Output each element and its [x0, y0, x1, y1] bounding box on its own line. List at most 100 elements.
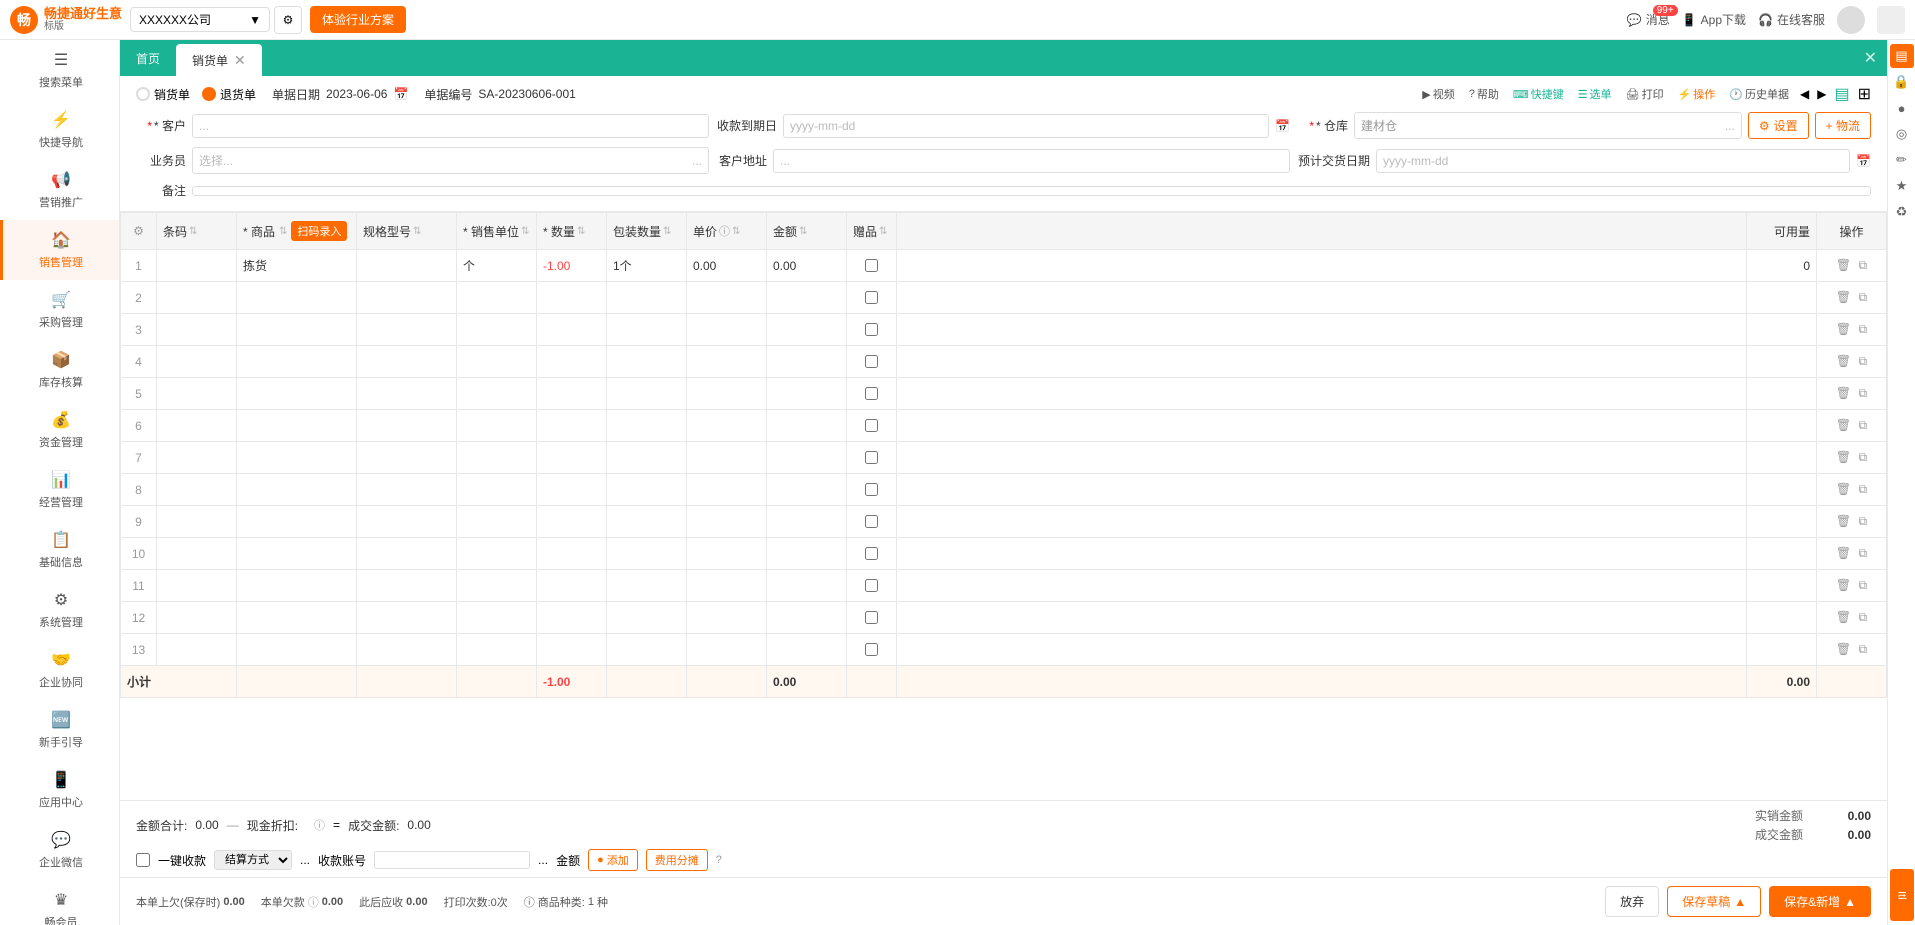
app-download-button[interactable]: 📱 App下载 [1682, 11, 1746, 28]
copy-icon-2[interactable]: ⧉ [1859, 322, 1868, 336]
cell-qty-7[interactable] [537, 474, 607, 506]
cell-unit-3[interactable] [457, 346, 537, 378]
product-type-icon[interactable]: ⓘ [524, 894, 535, 910]
cell-price-6[interactable] [687, 442, 767, 474]
cell-unit-11[interactable] [457, 602, 537, 634]
cell-desc-1[interactable] [897, 282, 1747, 314]
cell-spec-3[interactable] [357, 346, 457, 378]
cell-qty-12[interactable] [537, 634, 607, 666]
cell-unit-5[interactable] [457, 410, 537, 442]
cell-amount-7[interactable] [767, 474, 847, 506]
gift-checkbox-5[interactable] [865, 419, 878, 432]
cell-amount-4[interactable] [767, 378, 847, 410]
cell-desc-4[interactable] [897, 378, 1747, 410]
radio-return[interactable]: 退货单 [202, 86, 256, 103]
cell-spec-11[interactable] [357, 602, 457, 634]
copy-icon-12[interactable]: ⧉ [1859, 642, 1868, 656]
cell-pkgqty-1[interactable] [607, 282, 687, 314]
radio-sales[interactable]: 销货单 [136, 86, 190, 103]
customer-input[interactable] [192, 114, 709, 138]
cell-desc-6[interactable] [897, 442, 1747, 474]
cell-barcode-12[interactable] [157, 634, 237, 666]
cell-pkgqty-10[interactable] [607, 570, 687, 602]
cash-discount-info-icon[interactable]: ⓘ [314, 817, 325, 833]
copy-icon-6[interactable]: ⧉ [1859, 450, 1868, 464]
save-draft-button[interactable]: 保存草稿 ▲ [1667, 886, 1761, 917]
copy-icon-4[interactable]: ⧉ [1859, 386, 1868, 400]
date-calendar-icon[interactable]: 📅 [393, 87, 408, 101]
gift-checkbox-12[interactable] [865, 643, 878, 656]
cell-amount-0[interactable]: 0.00 [767, 250, 847, 282]
copy-icon-10[interactable]: ⧉ [1859, 578, 1868, 592]
save-new-button[interactable]: 保存&新增 ▲ [1769, 886, 1871, 917]
cell-desc-8[interactable] [897, 506, 1747, 538]
cell-product-0[interactable]: 拣货 [237, 250, 357, 282]
cell-gift-7[interactable] [847, 474, 897, 506]
cell-product-9[interactable] [237, 538, 357, 570]
cell-gift-1[interactable] [847, 282, 897, 314]
customer-address-input[interactable] [773, 149, 1290, 173]
cell-gift-0[interactable] [847, 250, 897, 282]
gift-checkbox-2[interactable] [865, 323, 878, 336]
cell-barcode-1[interactable] [157, 282, 237, 314]
cell-price-2[interactable] [687, 314, 767, 346]
cell-unit-10[interactable] [457, 570, 537, 602]
cell-product-5[interactable] [237, 410, 357, 442]
notifications-button[interactable]: 💬 消息 99+ [1627, 11, 1670, 28]
cell-unit-9[interactable] [457, 538, 537, 570]
cell-spec-5[interactable] [357, 410, 457, 442]
delete-icon-6[interactable]: 🗑 [1836, 450, 1851, 464]
cell-qty-8[interactable] [537, 506, 607, 538]
copy-icon-9[interactable]: ⧉ [1859, 546, 1868, 560]
gift-checkbox-11[interactable] [865, 611, 878, 624]
rt-btn-circle[interactable]: ● [1890, 96, 1914, 120]
cell-barcode-3[interactable] [157, 346, 237, 378]
cell-qty-11[interactable] [537, 602, 607, 634]
cell-desc-3[interactable] [897, 346, 1747, 378]
cell-qty-2[interactable] [537, 314, 607, 346]
cell-barcode-9[interactable] [157, 538, 237, 570]
cell-spec-1[interactable] [357, 282, 457, 314]
cell-product-4[interactable] [237, 378, 357, 410]
cell-barcode-4[interactable] [157, 378, 237, 410]
warehouse-input[interactable]: 建材仓 [1354, 112, 1742, 139]
cell-desc-10[interactable] [897, 570, 1747, 602]
delete-icon-10[interactable]: 🗑 [1836, 578, 1851, 592]
copy-icon-1[interactable]: ⧉ [1859, 290, 1868, 304]
close-all-button[interactable]: ✕ [1864, 48, 1887, 68]
cell-amount-9[interactable] [767, 538, 847, 570]
cell-price-3[interactable] [687, 346, 767, 378]
sidebar-item-collab[interactable]: 🤝 企业协同 [0, 640, 119, 700]
rt-btn-table[interactable]: ▤ [1890, 44, 1914, 68]
cell-qty-4[interactable] [537, 378, 607, 410]
cell-product-10[interactable] [237, 570, 357, 602]
online-support-button[interactable]: 🎧 在线客服 [1758, 11, 1825, 28]
cell-gift-3[interactable] [847, 346, 897, 378]
th-settings[interactable]: ⚙ [121, 213, 157, 250]
cell-price-9[interactable] [687, 538, 767, 570]
operate-btn[interactable]: ⚡ 操作 [1675, 86, 1719, 102]
video-btn[interactable]: ▶ 视频 [1419, 86, 1457, 102]
cell-qty-0[interactable]: -1.00 [537, 250, 607, 282]
cell-price-0[interactable]: 0.00 [687, 250, 767, 282]
cell-qty-3[interactable] [537, 346, 607, 378]
cell-gift-5[interactable] [847, 410, 897, 442]
cell-pkgqty-4[interactable] [607, 378, 687, 410]
sidebar-item-inventory[interactable]: 📦 库存核算 [0, 340, 119, 400]
price-info-icon[interactable]: ⓘ [719, 223, 730, 239]
history-btn[interactable]: 🕐 历史单据 [1726, 86, 1792, 102]
cell-barcode-11[interactable] [157, 602, 237, 634]
cell-amount-10[interactable] [767, 570, 847, 602]
cell-pkgqty-11[interactable] [607, 602, 687, 634]
cell-price-4[interactable] [687, 378, 767, 410]
gift-checkbox-1[interactable] [865, 291, 878, 304]
settlement-method-select[interactable]: 结算方式 [214, 850, 292, 870]
cell-product-6[interactable] [237, 442, 357, 474]
rt-btn-star[interactable]: ★ [1890, 174, 1914, 198]
cell-gift-9[interactable] [847, 538, 897, 570]
delete-icon-8[interactable]: 🗑 [1836, 514, 1851, 528]
cell-qty-5[interactable] [537, 410, 607, 442]
tab-sales-order[interactable]: 销货单 ✕ [176, 44, 262, 76]
cell-desc-11[interactable] [897, 602, 1747, 634]
cell-unit-1[interactable] [457, 282, 537, 314]
